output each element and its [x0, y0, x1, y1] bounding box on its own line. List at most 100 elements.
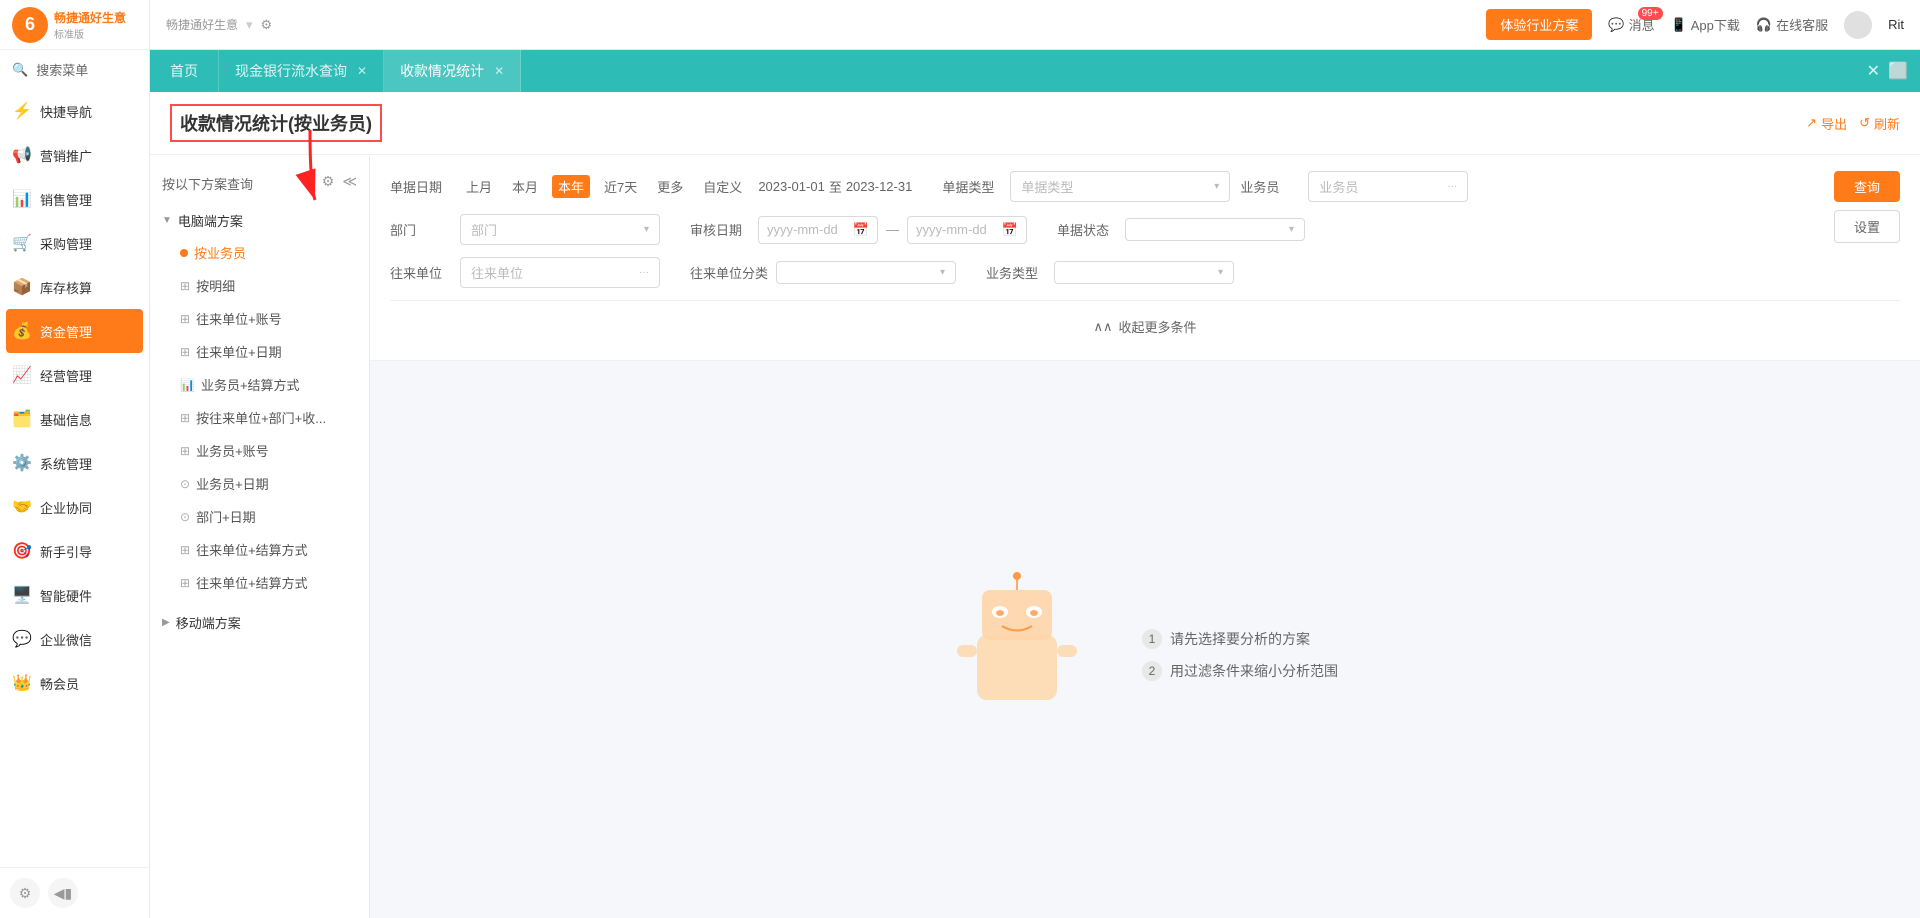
sidebar-settings-btn[interactable]: ⚙ [10, 878, 40, 908]
left-panel: 按以下方案查询 ＋ ⚙ ≪ ▼ 电脑端方案 [150, 155, 370, 918]
salesperson-select[interactable]: 业务员 ··· [1308, 171, 1468, 202]
export-icon: ↗ [1806, 115, 1817, 131]
item-salesperson-date-label: 业务员+日期 [196, 474, 269, 493]
collection-stats-tab-close[interactable]: ✕ [494, 64, 504, 78]
date-tab-this-year[interactable]: 本年 [552, 175, 590, 198]
sidebar-item-basic[interactable]: 🗂️ 基础信息 [0, 397, 149, 441]
tree-item-unit-date[interactable]: ⊞ 往来单位+日期 [150, 335, 369, 368]
salesperson-settlement-icon: 📊 [180, 378, 195, 392]
doc-status-select[interactable]: ▾ [1125, 218, 1305, 241]
date-tab-custom[interactable]: 自定义 [697, 175, 748, 198]
sidebar-item-enterprise[interactable]: 🤝 企业协同 [0, 485, 149, 529]
date-tab-7days[interactable]: 近7天 [598, 175, 643, 198]
user-avatar[interactable] [1844, 11, 1872, 39]
sidebar-item-purchase[interactable]: 🛒 采购管理 [0, 221, 149, 265]
item-salesperson-account-label: 业务员+账号 [196, 441, 269, 460]
message-area[interactable]: 💬 消息 99+ [1608, 15, 1654, 34]
panel-title: 按以下方案查询 [162, 174, 253, 193]
sidebar-item-operations[interactable]: 📈 经营管理 [0, 353, 149, 397]
sidebar-item-hardware[interactable]: 🖥️ 智能硬件 [0, 573, 149, 617]
calendar-icon-2: 📅 [1002, 222, 1018, 238]
salesperson-arrow-icon: ··· [1447, 181, 1457, 192]
query-button[interactable]: 查询 [1834, 171, 1900, 202]
sidebar-item-system[interactable]: ⚙️ 系统管理 [0, 441, 149, 485]
tab-close-all-btn[interactable]: ✕ [1867, 61, 1880, 81]
dept-select[interactable]: 部门 ▾ [460, 214, 660, 245]
review-date-group: 审核日期 yyyy-mm-dd 📅 — yyyy-mm-dd [690, 216, 1027, 244]
review-date-start-input[interactable]: yyyy-mm-dd 📅 [758, 216, 878, 244]
system-icon: ⚙️ [12, 453, 32, 473]
salesperson-group: 业务员 业务员 ··· [1240, 171, 1468, 202]
sidebar-label-operations: 经营管理 [40, 366, 92, 385]
dept-value: 部门 [471, 220, 497, 239]
sidebar-item-guide[interactable]: 🎯 新手引导 [0, 529, 149, 573]
panel-add-btn[interactable]: ＋ [300, 173, 314, 193]
dept-label: 部门 [390, 220, 450, 239]
item-unit-settlement2-label: 往来单位+结算方式 [196, 573, 308, 592]
date-range: 2023-01-01 至 2023-12-31 [758, 177, 912, 196]
desktop-arrow-icon: ▼ [162, 215, 172, 226]
settings-button[interactable]: 设置 [1834, 210, 1900, 243]
tree-item-salesperson-settlement[interactable]: 📊 业务员+结算方式 [150, 368, 369, 401]
top-header: 畅捷通好生意 ▾ ⚙ 体验行业方案 💬 消息 99+ 📱 App下载 [150, 0, 1920, 50]
sidebar-item-quick-nav[interactable]: ⚡ 快捷导航 [0, 89, 149, 133]
tree-item-salesperson-date[interactable]: ⊙ 业务员+日期 [150, 467, 369, 500]
refresh-button[interactable]: ↺ 刷新 [1859, 114, 1900, 133]
salesperson-date-icon: ⊙ [180, 477, 190, 491]
sidebar-collapse-btn[interactable]: ◀▮ [48, 878, 78, 908]
doc-status-arrow-icon: ▾ [1289, 224, 1294, 235]
panel-gear-btn[interactable]: ⚙ [322, 173, 335, 193]
sidebar-item-member[interactable]: 👑 畅会员 [0, 661, 149, 705]
page-title: 收款情况统计(按业务员) [170, 104, 382, 142]
sidebar-item-marketing[interactable]: 📢 营销推广 [0, 133, 149, 177]
tree-item-by-salesperson[interactable]: 按业务员 [150, 236, 369, 269]
tree-item-unit-settlement2[interactable]: ⊞ 往来单位+结算方式 [150, 566, 369, 599]
item-unit-date-label: 往来单位+日期 [196, 342, 282, 361]
active-indicator [180, 249, 188, 257]
right-panel: 单据日期 上月 本月 本年 近7天 更多 自定义 [370, 155, 1920, 918]
mobile-section-header[interactable]: ▶ 移动端方案 [150, 607, 369, 638]
online-service[interactable]: 🎧 在线客服 [1756, 15, 1828, 34]
doc-type-select[interactable]: 单据类型 ▾ [1010, 171, 1230, 202]
date-tab-this-month[interactable]: 本月 [506, 175, 544, 198]
trial-button[interactable]: 体验行业方案 [1486, 9, 1592, 40]
date-tab-more[interactable]: 更多 [651, 175, 689, 198]
desktop-section-header[interactable]: ▼ 电脑端方案 [150, 205, 369, 236]
tree-item-dept-date[interactable]: ⊙ 部门+日期 [150, 500, 369, 533]
panel-collapse-btn[interactable]: ≪ [342, 173, 357, 193]
tree-item-unit-settlement[interactable]: ⊞ 往来单位+结算方式 [150, 533, 369, 566]
tree-item-unit-dept-collection[interactable]: ⊞ 按往来单位+部门+收... [150, 401, 369, 434]
content-layout: 按以下方案查询 ＋ ⚙ ≪ ▼ 电脑端方案 [150, 155, 1920, 918]
sidebar-item-sales[interactable]: 📊 销售管理 [0, 177, 149, 221]
business-type-select[interactable]: ▾ [1054, 261, 1234, 284]
tip-text-2: 用过滤条件来缩小分析范围 [1170, 661, 1338, 681]
date-tab-last-month[interactable]: 上月 [460, 175, 498, 198]
item-by-detail-label: 按明细 [196, 276, 235, 295]
collapse-more-btn[interactable]: ∧∧ 收起更多条件 [390, 309, 1900, 344]
tip-num-2: 2 [1142, 661, 1162, 681]
mobile-arrow-icon: ▶ [162, 617, 170, 628]
wechat-icon: 💬 [12, 629, 32, 649]
review-date-end-input[interactable]: yyyy-mm-dd 📅 [907, 216, 1027, 244]
header-gear-icon[interactable]: ⚙ [261, 17, 273, 33]
sidebar-search[interactable]: 🔍 搜索菜单 [0, 50, 149, 89]
sidebar-item-finance[interactable]: 💰 资金管理 [6, 309, 143, 353]
main-content: 畅捷通好生意 ▾ ⚙ 体验行业方案 💬 消息 99+ 📱 App下载 [150, 0, 1920, 918]
counterpart-input[interactable]: 往来单位 ··· [460, 257, 660, 288]
sidebar-item-inventory[interactable]: 📦 库存核算 [0, 265, 149, 309]
tip-item-2: 2 用过滤条件来缩小分析范围 [1142, 661, 1338, 681]
export-button[interactable]: ↗ 导出 [1806, 114, 1847, 133]
counterpart-category-select[interactable]: ▾ [776, 261, 956, 284]
doc-type-value: 单据类型 [1021, 177, 1073, 196]
tab-maximize-btn[interactable]: ⬜ [1888, 61, 1908, 81]
bank-flow-tab-close[interactable]: ✕ [357, 64, 367, 78]
tab-home[interactable]: 首页 [150, 50, 219, 92]
sidebar-item-wechat[interactable]: 💬 企业微信 [0, 617, 149, 661]
tree-item-by-detail[interactable]: ⊞ 按明细 [150, 269, 369, 302]
app-download[interactable]: 📱 App下载 [1671, 15, 1740, 34]
tip-num-1: 1 [1142, 629, 1162, 649]
tab-collection-stats[interactable]: 收款情况统计 ✕ [384, 50, 521, 92]
tree-item-salesperson-account[interactable]: ⊞ 业务员+账号 [150, 434, 369, 467]
tab-bank-flow[interactable]: 现金银行流水查询 ✕ [219, 50, 384, 92]
tree-item-unit-account[interactable]: ⊞ 往来单位+账号 [150, 302, 369, 335]
